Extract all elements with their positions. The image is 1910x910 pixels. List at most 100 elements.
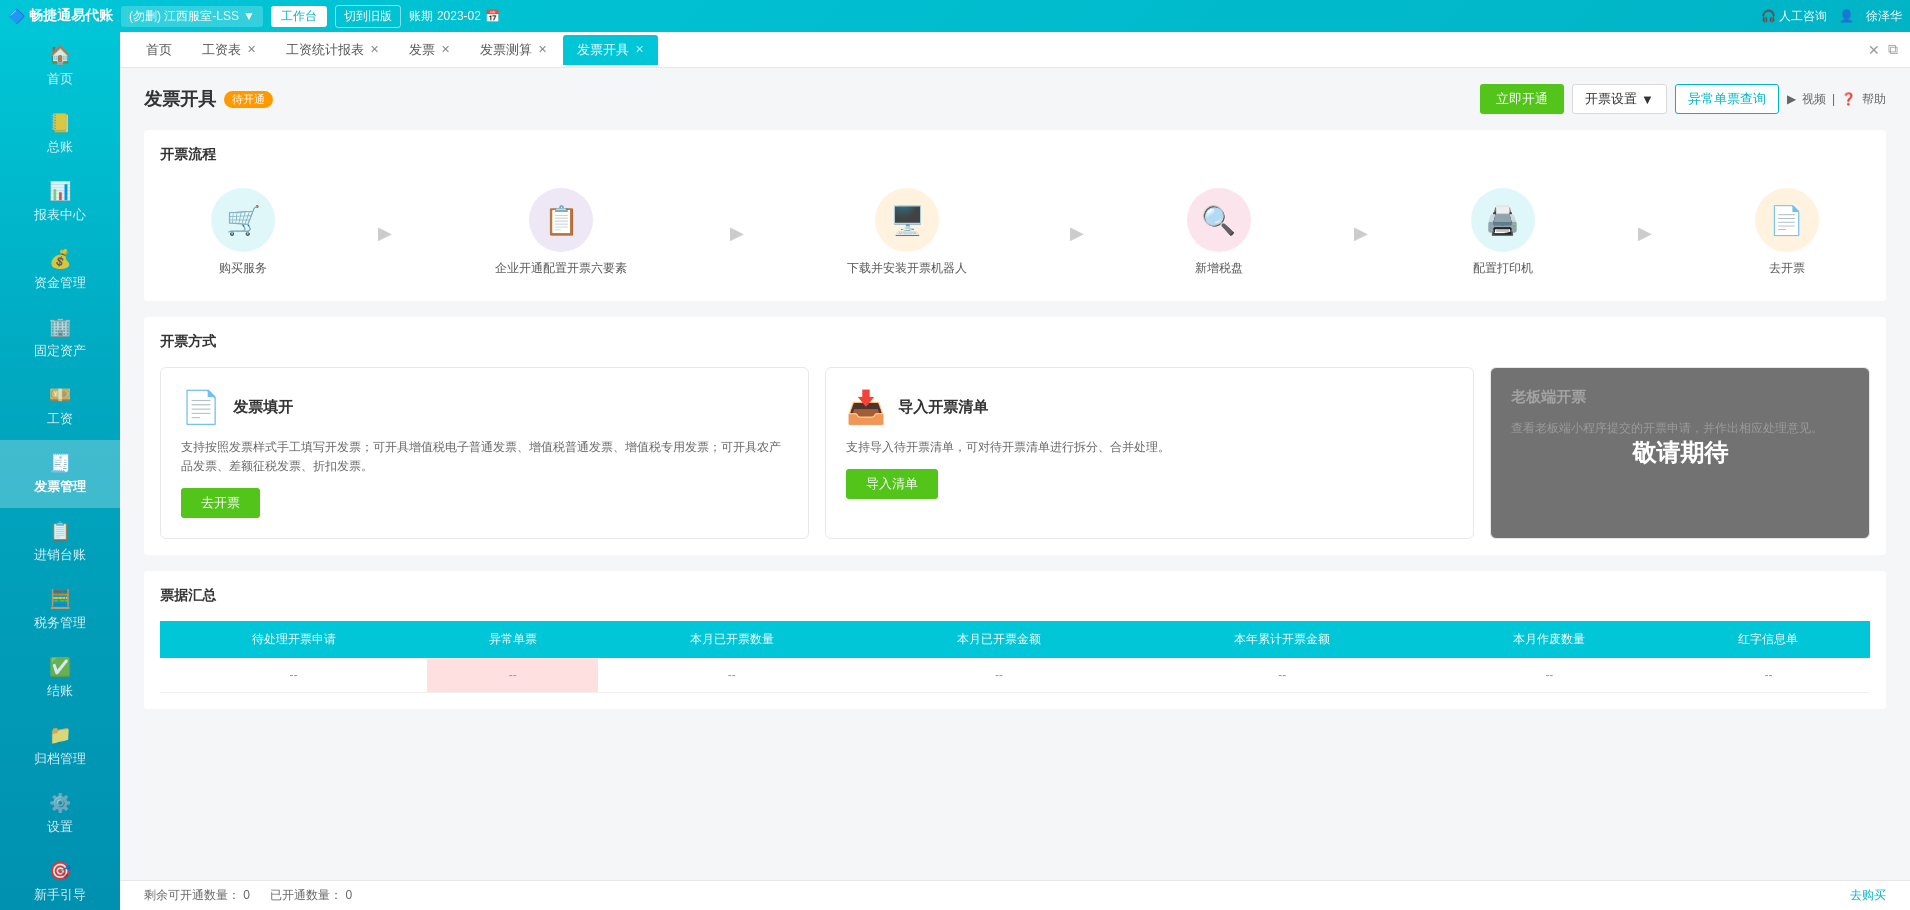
- sidebar-item-report[interactable]: 📊 报表中心: [0, 168, 120, 236]
- sidebar-label-newbie: 新手引导: [34, 886, 86, 904]
- step-setup-icon: 📋: [529, 188, 593, 252]
- step-arrow-4: ▶: [1354, 222, 1368, 244]
- step-download[interactable]: 🖥️ 下载并安装开票机器人: [847, 188, 967, 277]
- col-year-amount: 本年累计开票金额: [1133, 621, 1432, 658]
- step-setup[interactable]: 📋 企业开通配置开票六要素: [495, 188, 627, 277]
- tab-invoice-open[interactable]: 发票开具 ✕: [563, 35, 658, 65]
- sidebar-label-settings: 设置: [47, 818, 73, 836]
- step-open-invoice[interactable]: 📄 去开票: [1755, 188, 1819, 277]
- sidebar-item-tax[interactable]: 🧮 税务管理: [0, 576, 120, 644]
- open-now-button[interactable]: 立即开通: [1480, 84, 1564, 114]
- remaining-label: 剩余可开通数量： 0: [144, 887, 250, 904]
- sidebar-item-capital[interactable]: 💰 资金管理: [0, 236, 120, 304]
- page-content: 发票开具 待开通 立即开通 开票设置 ▼ 异常单票查询 ▶ 视频 | ❓: [120, 68, 1910, 880]
- step-setup-label: 企业开通配置开票六要素: [495, 260, 627, 277]
- sidebar-label-archive: 归档管理: [34, 750, 86, 768]
- sidebar-item-newbie[interactable]: 🎯 新手引导: [0, 848, 120, 910]
- tab-close-salary-report[interactable]: ✕: [370, 43, 379, 56]
- company-selector[interactable]: (勿删) 江西服室-LSS ▼: [121, 6, 263, 27]
- top-bar-right: 🎧 人工咨询 👤 徐泽华: [1761, 8, 1902, 25]
- step-arrow-5: ▶: [1638, 222, 1652, 244]
- sidebar-item-ledger[interactable]: 📒 总账: [0, 100, 120, 168]
- tab-home[interactable]: 首页: [132, 35, 186, 65]
- sidebar-item-settle[interactable]: ✅ 结账: [0, 644, 120, 712]
- dropdown-icon: ▼: [243, 9, 255, 23]
- ledger-icon: 📒: [49, 112, 71, 134]
- billing-card-manual: 📄 发票填开 支持按照发票样式手工填写开发票；可开具增值税电子普通发票、增值税普…: [160, 367, 809, 539]
- step-buy[interactable]: 🛒 购买服务: [211, 188, 275, 277]
- col-month-amount: 本月已开票金额: [865, 621, 1132, 658]
- workspace-button[interactable]: 工作台: [271, 6, 327, 27]
- cell-year-amount: --: [1133, 658, 1432, 693]
- col-red-info: 红字信息单: [1667, 621, 1870, 658]
- tab-salary-report[interactable]: 工资统计报表 ✕: [272, 35, 393, 65]
- billing-section: 开票方式 📄 发票填开 支持按照发票样式手工填写开发票；可开具增值税电子普通发票…: [144, 317, 1886, 555]
- sidebar-item-home[interactable]: 🏠 首页: [0, 32, 120, 100]
- steps-section: 开票流程 🛒 购买服务 ▶ 📋 企业开通配置开票六要素: [144, 130, 1886, 301]
- cell-red-info: --: [1667, 658, 1870, 693]
- tab-salary-table[interactable]: 工资表 ✕: [188, 35, 270, 65]
- page-title-area: 发票开具 待开通: [144, 87, 273, 111]
- tab-restore-icon[interactable]: ⧉: [1888, 41, 1898, 58]
- page-header: 发票开具 待开通 立即开通 开票设置 ▼ 异常单票查询 ▶ 视频 | ❓: [144, 84, 1886, 114]
- purchase-icon: 📋: [49, 520, 71, 542]
- billing-card-import-header: 📥 导入开票清单: [846, 388, 1453, 426]
- tab-close-all-icon[interactable]: ✕: [1868, 42, 1880, 58]
- tab-close-salary-table[interactable]: ✕: [247, 43, 256, 56]
- service-button[interactable]: 🎧 人工咨询: [1761, 8, 1827, 25]
- billing-title: 开票方式: [160, 333, 1870, 351]
- archive-icon: 📁: [49, 724, 71, 746]
- step-arrow-2: ▶: [730, 222, 744, 244]
- step-printer-label: 配置打印机: [1473, 260, 1533, 277]
- cell-month-count: --: [598, 658, 865, 693]
- step-download-label: 下载并安装开票机器人: [847, 260, 967, 277]
- sidebar-item-invoice[interactable]: 🧾 发票管理: [0, 440, 120, 508]
- manual-open-button[interactable]: 去开票: [181, 488, 260, 518]
- calendar-icon[interactable]: 📅: [485, 9, 500, 23]
- top-bar-left: 🔷 畅捷通易代账 (勿删) 江西服室-LSS ▼ 工作台 切到旧版 账期 202…: [8, 5, 500, 28]
- sidebar-item-archive[interactable]: 📁 归档管理: [0, 712, 120, 780]
- step-buy-label: 购买服务: [219, 260, 267, 277]
- col-pending: 待处理开票申请: [160, 621, 427, 658]
- settings-button[interactable]: 开票设置 ▼: [1572, 84, 1667, 114]
- step-taxdisk[interactable]: 🔍 新增税盘: [1187, 188, 1251, 277]
- sidebar-item-purchase[interactable]: 📋 进销台账: [0, 508, 120, 576]
- steps-title: 开票流程: [160, 146, 1870, 164]
- query-button[interactable]: 异常单票查询: [1675, 84, 1779, 114]
- sidebar-label-capital: 资金管理: [34, 274, 86, 292]
- user-avatar: 👤: [1839, 9, 1854, 23]
- tab-invoice-calc[interactable]: 发票测算 ✕: [466, 35, 561, 65]
- capital-icon: 💰: [49, 248, 71, 270]
- tab-close-invoice-open[interactable]: ✕: [635, 43, 644, 56]
- step-printer-icon: 🖨️: [1471, 188, 1535, 252]
- sidebar-item-settings[interactable]: ⚙️ 设置: [0, 780, 120, 848]
- top-bar: 🔷 畅捷通易代账 (勿删) 江西服室-LSS ▼ 工作台 切到旧版 账期 202…: [0, 0, 1910, 32]
- step-arrow-3: ▶: [1070, 222, 1084, 244]
- sidebar-item-salary[interactable]: 💴 工资: [0, 372, 120, 440]
- sidebar-label-invoice: 发票管理: [34, 478, 86, 496]
- cell-pending: --: [160, 658, 427, 693]
- table-row: -- -- -- -- -- -- --: [160, 658, 1870, 693]
- tab-close-invoice-list[interactable]: ✕: [441, 43, 450, 56]
- billing-manual-desc: 支持按照发票样式手工填写开发票；可开具增值税电子普通发票、增值税普通发票、增值税…: [181, 438, 788, 476]
- asset-icon: 🏢: [49, 316, 71, 338]
- logo-icon: 🔷: [8, 8, 25, 24]
- sidebar-item-asset[interactable]: 🏢 固定资产: [0, 304, 120, 372]
- tab-close-invoice-calc[interactable]: ✕: [538, 43, 547, 56]
- import-open-button[interactable]: 导入清单: [846, 469, 938, 499]
- step-arrow-1: ▶: [378, 222, 392, 244]
- buy-link[interactable]: 去购买: [1850, 887, 1886, 904]
- billing-import-icon: 📥: [846, 388, 886, 426]
- chevron-down-icon: ▼: [1641, 92, 1654, 107]
- period-badge: 账期 2023-02 📅: [409, 8, 500, 25]
- sidebar-label-purchase: 进销台账: [34, 546, 86, 564]
- user-name[interactable]: 徐泽华: [1866, 8, 1902, 25]
- view-help: ▶ 视频 | ❓ 帮助: [1787, 91, 1886, 108]
- sidebar-label-ledger: 总账: [47, 138, 73, 156]
- tab-invoice-list[interactable]: 发票 ✕: [395, 35, 464, 65]
- oldver-button[interactable]: 切到旧版: [335, 5, 401, 28]
- sidebar-label-tax: 税务管理: [34, 614, 86, 632]
- status-bar: 剩余可开通数量： 0 已开通数量： 0 去购买: [120, 880, 1910, 910]
- status-bar-left: 剩余可开通数量： 0 已开通数量： 0: [144, 887, 352, 904]
- step-printer[interactable]: 🖨️ 配置打印机: [1471, 188, 1535, 277]
